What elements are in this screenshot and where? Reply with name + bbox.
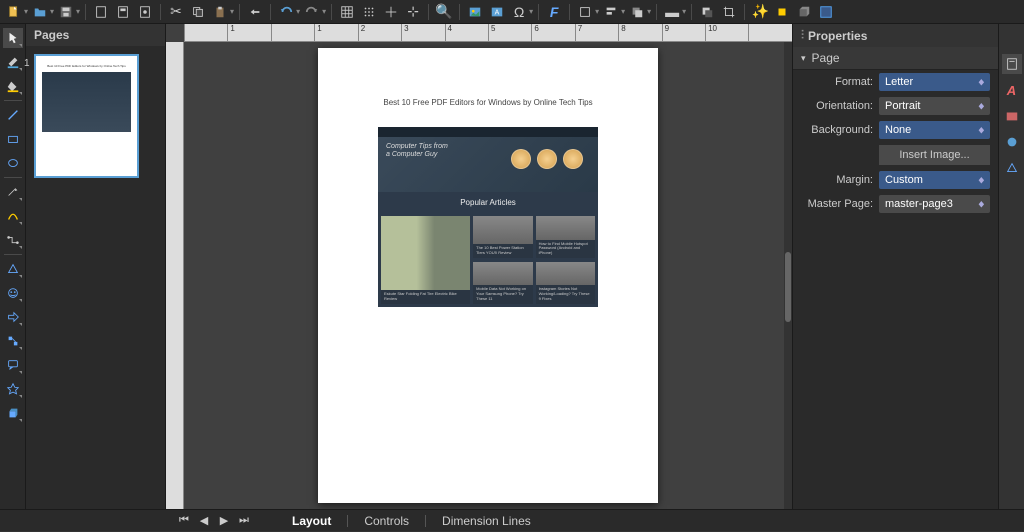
callout-icon[interactable] bbox=[3, 355, 23, 375]
last-page-icon[interactable]: ⏭ bbox=[236, 513, 252, 529]
print-icon[interactable] bbox=[113, 2, 133, 22]
new-doc-icon[interactable] bbox=[4, 2, 24, 22]
extrusion-icon[interactable] bbox=[794, 2, 814, 22]
basic-shapes-icon[interactable] bbox=[3, 259, 23, 279]
article-card: How to Find Mobile Hotspot Password (And… bbox=[536, 216, 595, 258]
first-page-icon[interactable]: ⏮ bbox=[176, 513, 192, 529]
stars-icon[interactable] bbox=[3, 379, 23, 399]
undo-icon[interactable] bbox=[276, 2, 296, 22]
gallery-tab-icon[interactable] bbox=[1002, 106, 1022, 126]
export-icon[interactable] bbox=[135, 2, 155, 22]
gluepoint-icon[interactable] bbox=[772, 2, 792, 22]
format-select[interactable]: Letter bbox=[879, 73, 990, 91]
save-icon[interactable] bbox=[56, 2, 76, 22]
curve-tool-icon[interactable] bbox=[3, 206, 23, 226]
properties-title: Properties bbox=[793, 24, 998, 47]
cut-icon[interactable]: ✂ bbox=[166, 2, 186, 22]
document-title: Best 10 Free PDF Editors for Windows by … bbox=[348, 98, 628, 107]
guides-icon[interactable] bbox=[381, 2, 401, 22]
align-icon[interactable] bbox=[601, 2, 621, 22]
fontwork-icon[interactable]: F bbox=[544, 2, 564, 22]
margin-select[interactable]: Custom bbox=[879, 171, 990, 189]
master-page-select[interactable]: master-page3 bbox=[879, 195, 990, 213]
svg-text:A: A bbox=[495, 9, 500, 16]
rect-tool-icon[interactable] bbox=[3, 129, 23, 149]
canvas-area: 112345678910 Best 10 Free PDF Editors fo… bbox=[166, 24, 792, 509]
dimension-lines-tab[interactable]: Dimension Lines bbox=[430, 514, 543, 528]
orientation-label: Orientation: bbox=[801, 100, 873, 112]
export-pdf-icon[interactable] bbox=[91, 2, 111, 22]
crop-icon[interactable] bbox=[719, 2, 739, 22]
symbol-shapes-icon[interactable] bbox=[3, 283, 23, 303]
layout-tab[interactable]: Layout bbox=[280, 514, 343, 528]
distribute-icon[interactable]: ▬ bbox=[662, 2, 682, 22]
toggle-edit-icon[interactable] bbox=[816, 2, 836, 22]
main-toolbar: ▾ ▾ ▾ ✂ ▾ ▾ ▾ ⊹ 🔍 A Ω ▾ F ▾ ▾ ▾ ▬ ▾ ✨ bbox=[0, 0, 1024, 24]
styles-tab-icon[interactable]: A bbox=[1002, 80, 1022, 100]
block-arrows-icon[interactable] bbox=[3, 307, 23, 327]
shapes-tab-icon[interactable] bbox=[1002, 158, 1022, 178]
navigator-tab-icon[interactable] bbox=[1002, 132, 1022, 152]
paste-icon[interactable] bbox=[210, 2, 230, 22]
pages-panel: Pages 1 Best 10 Free PDF Editors for Win… bbox=[26, 24, 166, 509]
zoom-icon[interactable]: 🔍 bbox=[434, 2, 454, 22]
filter-icon[interactable]: ✨ bbox=[750, 2, 770, 22]
pages-panel-title: Pages bbox=[26, 24, 165, 46]
article-card: Instagram Stories Not Working/Loading? T… bbox=[536, 262, 595, 304]
prev-page-icon[interactable]: ◀ bbox=[196, 513, 212, 529]
insert-image-icon[interactable] bbox=[465, 2, 485, 22]
special-char-icon[interactable]: Ω bbox=[509, 2, 529, 22]
document-page[interactable]: Best 10 Free PDF Editors for Windows by … bbox=[318, 48, 658, 503]
helplines-icon[interactable]: ⊹ bbox=[403, 2, 423, 22]
vertical-scrollbar[interactable] bbox=[784, 42, 792, 509]
snap-grid-icon[interactable] bbox=[359, 2, 379, 22]
article-card: The 10 Best Power Station Tiers YOU'll R… bbox=[473, 216, 532, 258]
ellipse-tool-icon[interactable] bbox=[3, 153, 23, 173]
page-section-header[interactable]: Page bbox=[793, 47, 998, 70]
sidebar-tabs: A bbox=[998, 24, 1024, 509]
grid-icon[interactable] bbox=[337, 2, 357, 22]
vertical-ruler[interactable] bbox=[166, 42, 184, 509]
left-toolbox bbox=[0, 24, 26, 509]
connector-tool-icon[interactable] bbox=[3, 230, 23, 250]
orientation-select[interactable]: Portrait bbox=[879, 97, 990, 115]
controls-tab[interactable]: Controls bbox=[352, 514, 421, 528]
page-number: 1 bbox=[24, 58, 30, 69]
background-label: Background: bbox=[801, 124, 873, 136]
properties-tab-icon[interactable] bbox=[1002, 54, 1022, 74]
article-card: Eskute Star Folding Fat Tire Electric Bi… bbox=[381, 216, 470, 304]
next-page-icon[interactable]: ▶ bbox=[216, 513, 232, 529]
page-thumbnail[interactable]: 1 Best 10 Free PDF Editors for Windows b… bbox=[34, 54, 139, 178]
line-tool-icon[interactable] bbox=[3, 105, 23, 125]
copy-icon[interactable] bbox=[188, 2, 208, 22]
margin-label: Margin: bbox=[801, 174, 873, 186]
embedded-image[interactable]: Computer Tips from a Computer Guy Popula… bbox=[378, 127, 598, 307]
bottom-bar: ⏮ ◀ ▶ ⏭ Layout Controls Dimension Lines bbox=[0, 509, 1024, 531]
hyperlink-icon[interactable] bbox=[575, 2, 595, 22]
flowchart-icon[interactable] bbox=[3, 331, 23, 351]
select-tool-icon[interactable] bbox=[3, 28, 23, 48]
background-select[interactable]: None bbox=[879, 121, 990, 139]
master-page-label: Master Page: bbox=[801, 198, 873, 210]
redo-icon[interactable] bbox=[302, 2, 322, 22]
horizontal-ruler[interactable]: 112345678910 bbox=[184, 24, 792, 42]
open-folder-icon[interactable] bbox=[30, 2, 50, 22]
insert-image-button[interactable]: Insert Image... bbox=[879, 145, 990, 165]
arrange-icon[interactable] bbox=[627, 2, 647, 22]
line-color-icon[interactable] bbox=[3, 52, 23, 72]
canvas-viewport[interactable]: Best 10 Free PDF Editors for Windows by … bbox=[184, 42, 792, 509]
properties-panel: Properties Page Format: Letter Orientati… bbox=[792, 24, 1024, 509]
textbox-icon[interactable]: A bbox=[487, 2, 507, 22]
clone-format-icon[interactable] bbox=[245, 2, 265, 22]
fill-color-icon[interactable] bbox=[3, 76, 23, 96]
article-card: Mobile Data Not Working on Your Samsung … bbox=[473, 262, 532, 304]
shadow-icon[interactable] bbox=[697, 2, 717, 22]
format-label: Format: bbox=[801, 76, 873, 88]
lines-arrows-icon[interactable] bbox=[3, 182, 23, 202]
3d-objects-icon[interactable] bbox=[3, 403, 23, 423]
